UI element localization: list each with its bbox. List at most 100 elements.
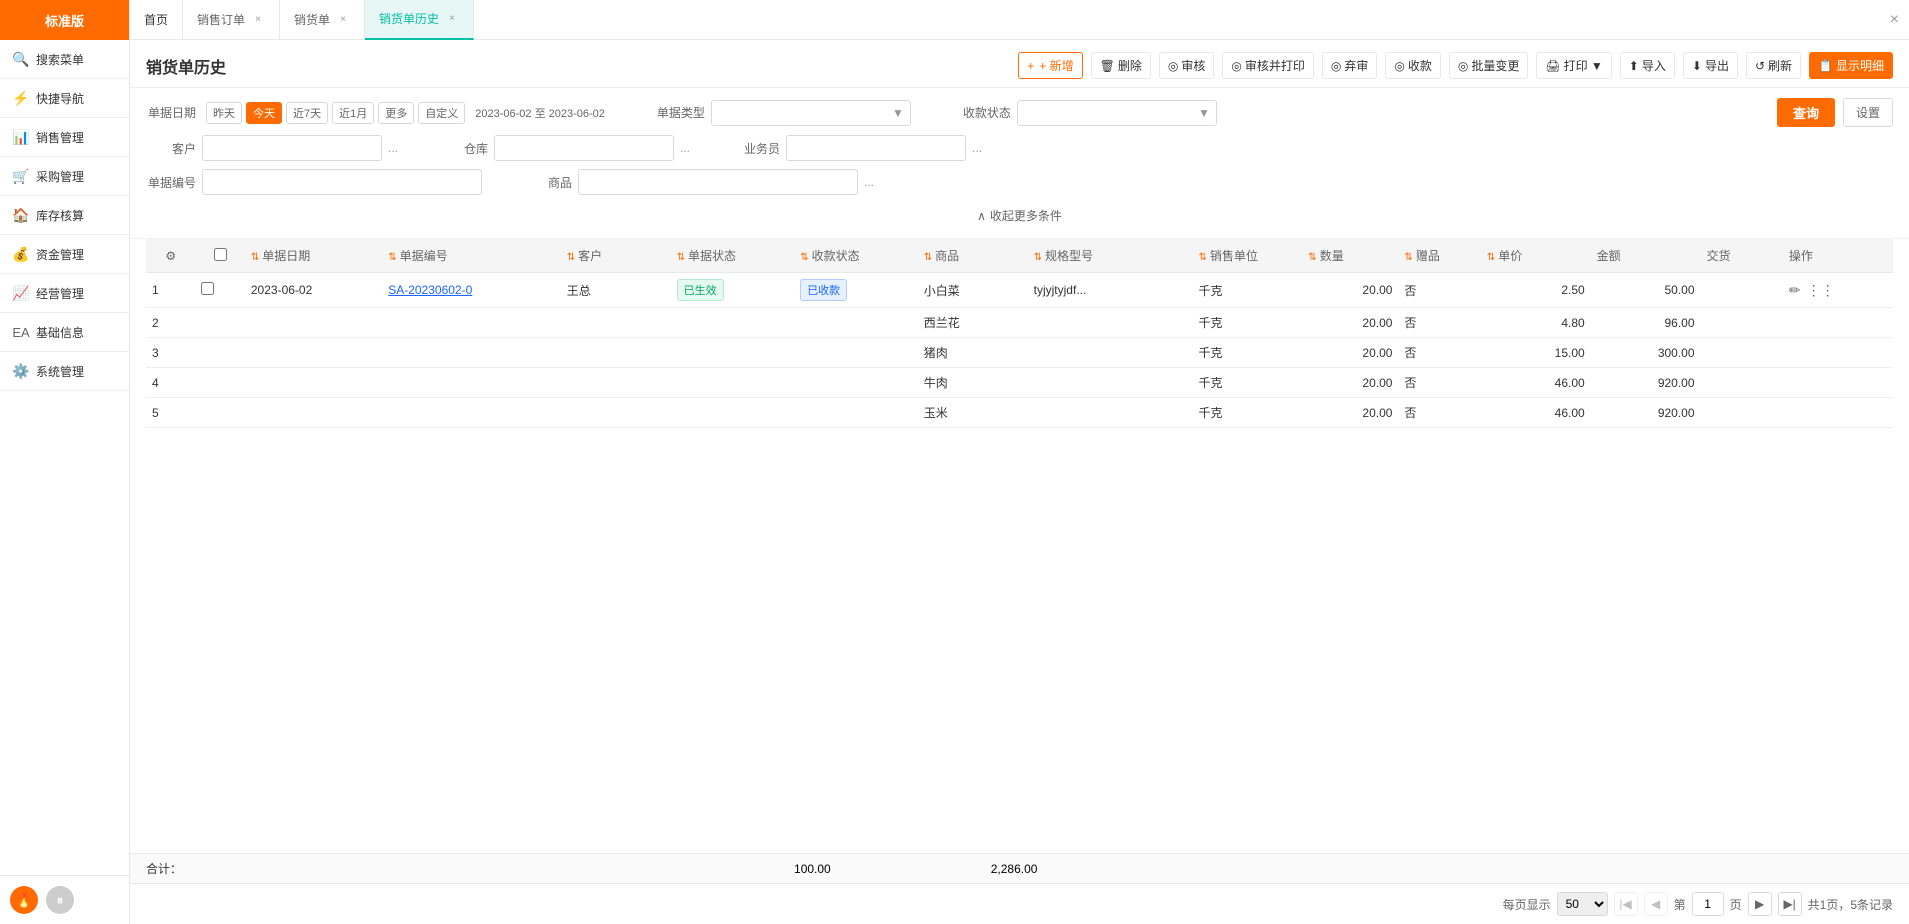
date-btn-7days[interactable]: 近7天 bbox=[286, 102, 328, 124]
warehouse-more-btn[interactable]: ... bbox=[680, 141, 690, 155]
collect-button[interactable]: ◎ 收款 bbox=[1385, 52, 1441, 79]
next-page-btn[interactable]: ▶ bbox=[1748, 892, 1772, 916]
sidebar-footer-btn1[interactable]: 🔥 bbox=[10, 886, 38, 914]
th-unit[interactable]: ⇅销售单位 bbox=[1192, 239, 1302, 273]
collapse-filter-btn[interactable]: ∧ 收起更多条件 bbox=[146, 203, 1893, 228]
cell-docno[interactable] bbox=[382, 398, 561, 428]
cell-docno[interactable] bbox=[382, 338, 561, 368]
tab-sales-order[interactable]: 销售订单 × bbox=[183, 0, 280, 40]
tab-sales-goods[interactable]: 销货单 × bbox=[280, 0, 365, 40]
customer-input[interactable] bbox=[202, 135, 382, 161]
sidebar-item-finance[interactable]: 💰 资金管理 bbox=[0, 235, 129, 274]
sort-gift-icon: ⇅ bbox=[1404, 252, 1412, 263]
cell-docno[interactable] bbox=[382, 368, 561, 398]
show-detail-button[interactable]: 📋 显示明细 bbox=[1809, 52, 1893, 79]
goods-input[interactable] bbox=[578, 169, 858, 195]
date-btn-yesterday[interactable]: 昨天 bbox=[206, 102, 242, 124]
cell-checkbox[interactable] bbox=[195, 308, 244, 338]
cell-checkbox[interactable] bbox=[195, 273, 244, 308]
th-gear[interactable]: ⚙ bbox=[146, 239, 195, 273]
doc-no-link[interactable]: SA-20230602-0 bbox=[388, 283, 472, 297]
export-button[interactable]: ⬇ 导出 bbox=[1683, 52, 1738, 79]
import-button[interactable]: ⬆ 导入 bbox=[1620, 52, 1675, 79]
sidebar-item-sales-mgmt[interactable]: 📊 销售管理 bbox=[0, 118, 129, 157]
th-qty[interactable]: ⇅数量 bbox=[1302, 239, 1398, 273]
cell-actions bbox=[1783, 398, 1893, 428]
main-area: 首页 销售订单 × 销货单 × 销货单历史 × × 销货单历史 + + 新增 bbox=[130, 0, 1909, 924]
first-page-btn[interactable]: |◀ bbox=[1614, 892, 1638, 916]
th-doc-status[interactable]: ⇅单据状态 bbox=[671, 239, 795, 273]
more-icon[interactable]: ⋮⋮ bbox=[1807, 282, 1835, 299]
th-price[interactable]: ⇅单价 bbox=[1481, 239, 1591, 273]
abandon-button[interactable]: ◎ 弃审 bbox=[1322, 52, 1378, 79]
date-btn-today[interactable]: 今天 bbox=[246, 102, 282, 124]
delete-button[interactable]: 🗑 删除 bbox=[1091, 52, 1151, 79]
cell-amount: 920.00 bbox=[1591, 398, 1701, 428]
customer-more-btn[interactable]: ... bbox=[388, 141, 398, 155]
tab-sales-goods-close[interactable]: × bbox=[336, 13, 350, 27]
cell-docno[interactable] bbox=[382, 308, 561, 338]
sidebar-footer-btn2[interactable]: ⏸ bbox=[46, 886, 74, 914]
audit-print-label: 审核并打印 bbox=[1245, 57, 1305, 74]
warehouse-input[interactable] bbox=[494, 135, 674, 161]
cell-gift: 否 bbox=[1398, 368, 1480, 398]
tab-home[interactable]: 首页 bbox=[130, 0, 183, 40]
audit-print-button[interactable]: ◎ 审核并打印 bbox=[1222, 52, 1314, 79]
last-page-btn[interactable]: ▶| bbox=[1778, 892, 1802, 916]
th-pay-status[interactable]: ⇅收款状态 bbox=[794, 239, 918, 273]
th-spec[interactable]: ⇅规格型号 bbox=[1028, 239, 1193, 273]
sidebar-item-label: 快捷导航 bbox=[36, 90, 84, 107]
paystatus-select[interactable]: ▼ bbox=[1017, 100, 1217, 126]
edit-icon[interactable]: ✏ bbox=[1789, 282, 1801, 299]
date-btn-more[interactable]: 更多 bbox=[378, 102, 414, 124]
sidebar-item-basic-info[interactable]: EA 基础信息 bbox=[0, 313, 129, 352]
cell-spec bbox=[1028, 308, 1193, 338]
cell-gift: 否 bbox=[1398, 338, 1480, 368]
sidebar-item-quick-nav[interactable]: ⚡ 快捷导航 bbox=[0, 79, 129, 118]
sidebar-item-purchase-mgmt[interactable]: 🛒 采购管理 bbox=[0, 157, 129, 196]
cell-docno[interactable]: SA-20230602-0 bbox=[382, 273, 561, 308]
close-all-tabs[interactable]: × bbox=[1880, 11, 1909, 29]
sidebar-item-sys-mgmt[interactable]: ⚙️ 系统管理 bbox=[0, 352, 129, 391]
page-number-input[interactable] bbox=[1692, 892, 1724, 916]
select-all-checkbox[interactable] bbox=[214, 248, 227, 261]
sidebar-item-inventory[interactable]: 🏠 库存核算 bbox=[0, 196, 129, 235]
date-btn-custom[interactable]: 自定义 bbox=[418, 102, 465, 124]
salesperson-more-btn[interactable]: ... bbox=[972, 141, 982, 155]
cell-checkbox[interactable] bbox=[195, 398, 244, 428]
cell-qty: 20.00 bbox=[1302, 273, 1398, 308]
docno-input[interactable] bbox=[202, 169, 482, 195]
th-doc-no[interactable]: ⇅单据编号 bbox=[382, 239, 561, 273]
tab-sales-order-close[interactable]: × bbox=[251, 13, 265, 27]
date-btn-1month[interactable]: 近1月 bbox=[332, 102, 374, 124]
th-gift[interactable]: ⇅赠品 bbox=[1398, 239, 1480, 273]
print-button[interactable]: 🖨 打印 ▼ bbox=[1536, 52, 1611, 79]
doctype-select[interactable]: ▼ bbox=[711, 100, 911, 126]
th-checkbox[interactable] bbox=[195, 239, 244, 273]
page-word: 第 bbox=[1674, 896, 1686, 913]
total-qty: 100.00 bbox=[794, 862, 831, 876]
salesperson-input[interactable] bbox=[786, 135, 966, 161]
th-goods[interactable]: ⇅商品 bbox=[918, 239, 1028, 273]
th-date[interactable]: ⇅单据日期 bbox=[245, 239, 382, 273]
batch-change-button[interactable]: ◎ 批量变更 bbox=[1449, 52, 1529, 79]
goods-more-btn[interactable]: ... bbox=[864, 175, 874, 189]
sort-unit-icon: ⇅ bbox=[1198, 252, 1206, 263]
add-button[interactable]: + + 新增 bbox=[1018, 52, 1082, 79]
sidebar-item-search-menu[interactable]: 🔍 搜索菜单 bbox=[0, 40, 129, 79]
tab-sales-history[interactable]: 销货单历史 × bbox=[365, 0, 474, 40]
cell-checkbox[interactable] bbox=[195, 338, 244, 368]
setting-button[interactable]: 设置 bbox=[1843, 98, 1893, 127]
refresh-button[interactable]: ↺ 刷新 bbox=[1746, 52, 1801, 79]
th-customer[interactable]: ⇅客户 bbox=[561, 239, 671, 273]
query-button[interactable]: 查询 bbox=[1777, 98, 1835, 127]
tab-sales-order-label: 销售订单 bbox=[197, 11, 245, 28]
sidebar-item-operations[interactable]: 📈 经营管理 bbox=[0, 274, 129, 313]
tab-sales-history-close[interactable]: × bbox=[445, 12, 459, 26]
per-page-select[interactable]: 50 100 200 bbox=[1557, 892, 1608, 916]
sidebar-item-label: 资金管理 bbox=[36, 246, 84, 263]
prev-page-btn[interactable]: ◀ bbox=[1644, 892, 1668, 916]
export-label: 导出 bbox=[1705, 57, 1729, 74]
cell-checkbox[interactable] bbox=[195, 368, 244, 398]
audit-button[interactable]: ◎ 审核 bbox=[1159, 52, 1215, 79]
